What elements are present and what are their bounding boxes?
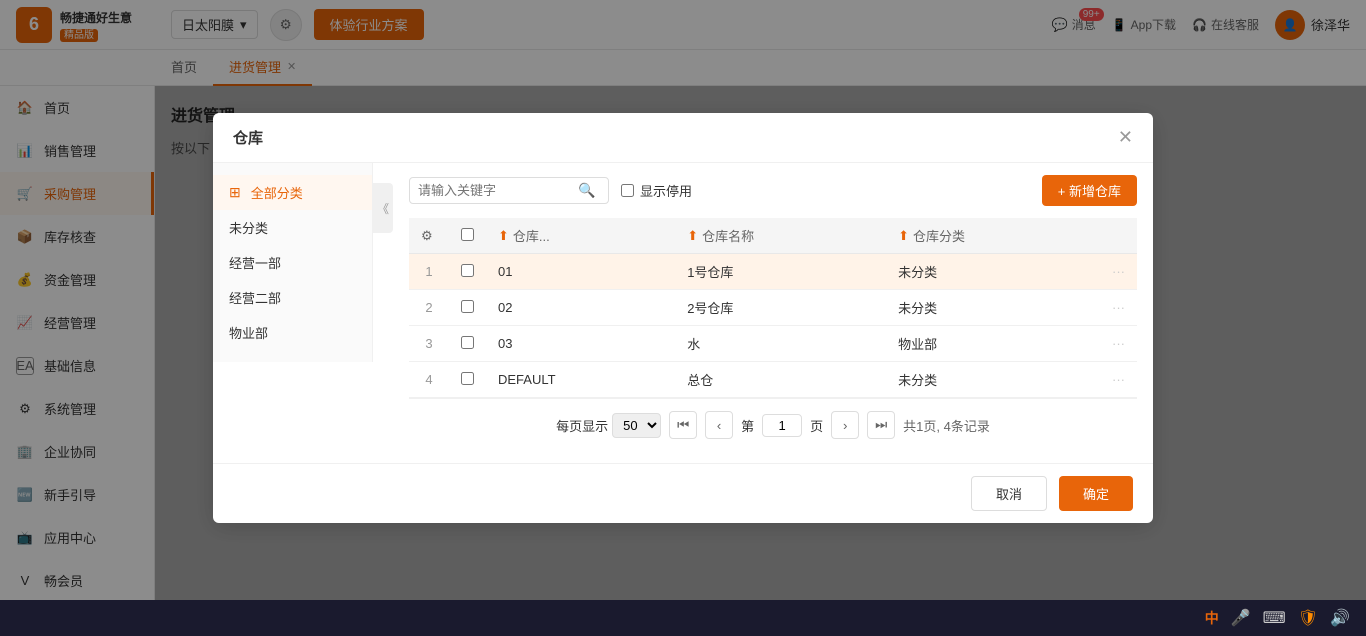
row-select-checkbox[interactable] [461, 264, 474, 277]
select-all-checkbox[interactable] [461, 228, 474, 241]
confirm-button[interactable]: 确定 [1059, 476, 1133, 511]
row-code: DEFAULT [486, 362, 675, 398]
modal-content: 🔍 显示停用 + 新增仓库 ⚙ [393, 163, 1153, 463]
row-checkbox [449, 362, 486, 398]
row-settings: 4 [409, 362, 449, 398]
row-select-checkbox[interactable] [461, 336, 474, 349]
sort-icon: ⬆ [498, 228, 509, 244]
row-name: 水 [675, 326, 886, 362]
row-settings: 1 [409, 254, 449, 290]
table-row[interactable]: 3 03 水 物业部 ··· [409, 326, 1137, 362]
category-dept2[interactable]: 经营二部 [213, 280, 372, 315]
bottom-taskbar: 中 🎤 ⌨ 🛡 🔊 [0, 600, 1366, 636]
row-select-checkbox[interactable] [461, 300, 474, 313]
table-container: ⚙ ⬆ 仓库... [409, 218, 1137, 398]
row-select-checkbox[interactable] [461, 372, 474, 385]
sort-icon-cat: ⬆ [898, 228, 909, 244]
show-disabled-checkbox-label[interactable]: 显示停用 [621, 181, 692, 200]
modal-body: ⊞ 全部分类 未分类 经营一部 经营二部 物业部 [213, 163, 1153, 463]
row-name: 1号仓库 [675, 254, 886, 290]
zh-input-icon[interactable]: 中 [1205, 608, 1219, 628]
row-name: 2号仓库 [675, 290, 886, 326]
search-icon: 🔍 [578, 182, 595, 199]
row-settings: 2 [409, 290, 449, 326]
row-settings: 3 [409, 326, 449, 362]
new-warehouse-button[interactable]: + 新增仓库 [1042, 175, 1137, 206]
show-disabled-checkbox[interactable] [621, 184, 634, 197]
table-row[interactable]: 4 DEFAULT 总仓 未分类 ··· [409, 362, 1137, 398]
row-code: 01 [486, 254, 675, 290]
modal-sidebar: ⊞ 全部分类 未分类 经营一部 经营二部 物业部 [213, 163, 373, 362]
modal-close-button[interactable]: ✕ [1118, 127, 1133, 148]
page-total: 共1页, 4条记录 [903, 416, 990, 435]
row-checkbox [449, 290, 486, 326]
modal-title: 仓库 [233, 127, 263, 148]
page-number-input[interactable] [762, 414, 802, 437]
row-category: 未分类 [886, 290, 1097, 326]
mic-icon[interactable]: 🎤 [1231, 608, 1251, 628]
modal-header: 仓库 ✕ [213, 113, 1153, 163]
row-category: 未分类 [886, 362, 1097, 398]
first-page-button[interactable]: ⏮ [669, 411, 697, 439]
search-input[interactable] [418, 183, 578, 198]
category-uncategorized[interactable]: 未分类 [213, 210, 372, 245]
cancel-button[interactable]: 取消 [971, 476, 1047, 511]
col-actions [1097, 218, 1137, 254]
volume-icon[interactable]: 🔊 [1330, 608, 1350, 628]
category-dept1[interactable]: 经营一部 [213, 245, 372, 280]
row-name: 总仓 [675, 362, 886, 398]
table-header: ⚙ ⬆ 仓库... [409, 218, 1137, 254]
row-checkbox [449, 326, 486, 362]
table-body: 1 01 1号仓库 未分类 ··· 2 02 2 [409, 254, 1137, 398]
page-size-select[interactable]: 50 [612, 413, 661, 438]
shield-icon[interactable]: 🛡 [1298, 608, 1318, 628]
col-checkbox [449, 218, 486, 254]
col-name: ⬆ 仓库名称 [675, 218, 886, 254]
category-property[interactable]: 物业部 [213, 315, 372, 350]
modal-sidebar-wrapper: ⊞ 全部分类 未分类 经营一部 经营二部 物业部 [213, 163, 393, 463]
gear-icon[interactable]: ⚙ [421, 228, 433, 243]
sidebar-collapse-button[interactable]: 《 [373, 183, 393, 233]
modal-overlay: 仓库 ✕ ⊞ 全部分类 未分类 经营一部 [0, 0, 1366, 636]
table-row[interactable]: 2 02 2号仓库 未分类 ··· [409, 290, 1137, 326]
row-checkbox [449, 254, 486, 290]
page-size-selector: 每页显示 50 [556, 413, 661, 438]
row-code: 03 [486, 326, 675, 362]
modal-footer: 取消 确定 [213, 463, 1153, 523]
col-category: ⬆ 仓库分类 [886, 218, 1097, 254]
warehouse-table: ⚙ ⬆ 仓库... [409, 218, 1137, 398]
row-code: 02 [486, 290, 675, 326]
col-settings: ⚙ [409, 218, 449, 254]
row-category: 物业部 [886, 326, 1097, 362]
row-more[interactable]: ··· [1097, 290, 1137, 326]
pagination-bar: 每页显示 50 ⏮ ‹ 第 页 › ⏭ 共1页, 4条记录 [409, 398, 1137, 451]
row-category: 未分类 [886, 254, 1097, 290]
grid-icon: ⊞ [229, 184, 241, 201]
prev-page-button[interactable]: ‹ [705, 411, 733, 439]
row-more[interactable]: ··· [1097, 326, 1137, 362]
category-all[interactable]: ⊞ 全部分类 [213, 175, 372, 210]
next-page-button[interactable]: › [831, 411, 859, 439]
row-more[interactable]: ··· [1097, 254, 1137, 290]
table-row[interactable]: 1 01 1号仓库 未分类 ··· [409, 254, 1137, 290]
sort-icon-name: ⬆ [687, 228, 698, 244]
last-page-button[interactable]: ⏭ [867, 411, 895, 439]
col-code: ⬆ 仓库... [486, 218, 675, 254]
modal-toolbar: 🔍 显示停用 + 新增仓库 [409, 175, 1137, 206]
search-input-wrap: 🔍 [409, 177, 609, 204]
keyboard-icon[interactable]: ⌨ [1263, 608, 1286, 628]
row-more[interactable]: ··· [1097, 362, 1137, 398]
warehouse-modal: 仓库 ✕ ⊞ 全部分类 未分类 经营一部 [213, 113, 1153, 523]
